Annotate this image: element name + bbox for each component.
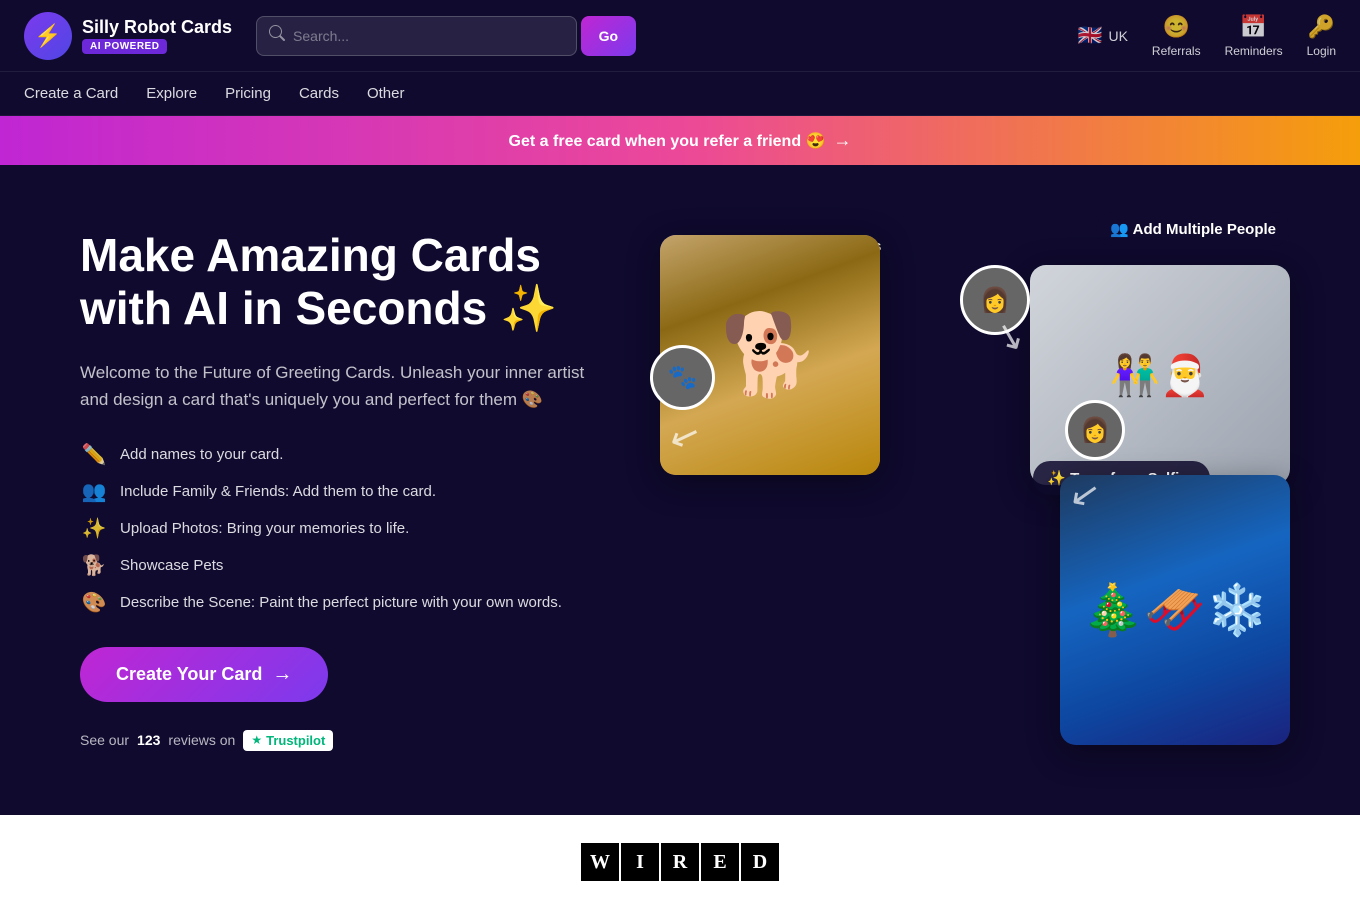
search-icon — [269, 25, 285, 46]
nav-item-explore[interactable]: Explore — [146, 81, 197, 106]
wired-r: R — [661, 843, 699, 881]
trust-prefix: See our — [80, 732, 129, 748]
cta-label: Create Your Card — [116, 664, 262, 685]
hero-section: Make Amazing Cards with AI in Seconds ✨ … — [0, 165, 1360, 815]
site-name: Silly Robot Cards — [82, 17, 232, 39]
logo-text-area: Silly Robot Cards AI POWERED — [82, 17, 232, 54]
wired-d: D — [741, 843, 779, 881]
feature-family-text: Include Family & Friends: Add them to th… — [120, 483, 436, 500]
press-section: W I R E D — [0, 815, 1360, 909]
search-area: Go — [256, 16, 636, 56]
flag-icon: 🇬🇧 — [1078, 23, 1103, 48]
card-multiple: 👫🎅 — [1030, 265, 1290, 485]
feature-pets: 🐕 Showcase Pets — [80, 553, 600, 578]
feature-names-text: Add names to your card. — [120, 446, 283, 463]
login-label: Login — [1307, 44, 1336, 58]
logo-icon: ⚡ — [24, 12, 72, 60]
header-right: 🇬🇧 UK 😊 Referrals 📅 Reminders 🔑 Login — [1078, 14, 1336, 58]
feature-scene-icon: 🎨 — [80, 590, 108, 615]
features-list: ✏️ Add names to your card. 👥 Include Fam… — [80, 442, 600, 615]
main-nav: Create a Card Explore Pricing Cards Othe… — [0, 72, 1360, 116]
feature-scene-text: Describe the Scene: Paint the perfect pi… — [120, 594, 562, 611]
locale-code: UK — [1108, 28, 1127, 44]
banner-arrow-icon: → — [833, 130, 851, 151]
avatar-selfie: 👩 — [1065, 400, 1125, 460]
wired-i: I — [621, 843, 659, 881]
wired-logo: W I R E D — [581, 843, 779, 881]
referrals-button[interactable]: 😊 Referrals — [1152, 14, 1201, 58]
label-multiple: 👥 Add Multiple People — [1096, 212, 1290, 246]
login-icon: 🔑 — [1308, 14, 1335, 40]
logo-link[interactable]: ⚡ Silly Robot Cards AI POWERED — [24, 12, 232, 60]
header: ⚡ Silly Robot Cards AI POWERED Go 🇬🇧 UK … — [0, 0, 1360, 72]
referrals-icon: 😊 — [1163, 14, 1190, 40]
trustpilot-area: See our 123 reviews on ★ Trustpilot — [80, 730, 600, 751]
nav-item-create[interactable]: Create a Card — [24, 81, 118, 106]
multiple-image: 👫🎅 — [1030, 265, 1290, 485]
cta-arrow-icon: → — [272, 663, 292, 686]
feature-pets-icon: 🐕 — [80, 553, 108, 578]
create-card-button[interactable]: Create Your Card → — [80, 647, 328, 702]
login-button[interactable]: 🔑 Login — [1307, 14, 1336, 58]
hero-title: Make Amazing Cards with AI in Seconds ✨ — [80, 229, 600, 335]
reminders-label: Reminders — [1225, 44, 1283, 58]
hero-left: Make Amazing Cards with AI in Seconds ✨ … — [80, 229, 600, 750]
search-box — [256, 16, 577, 56]
feature-photos: ✨ Upload Photos: Bring your memories to … — [80, 516, 600, 541]
feature-pets-text: Showcase Pets — [120, 557, 223, 574]
promo-banner[interactable]: Get a free card when you refer a friend … — [0, 116, 1360, 165]
feature-scene: 🎨 Describe the Scene: Paint the perfect … — [80, 590, 600, 615]
feature-family-icon: 👥 — [80, 479, 108, 504]
trust-count: 123 — [137, 732, 160, 748]
nav-item-cards[interactable]: Cards — [299, 81, 339, 106]
referrals-label: Referrals — [1152, 44, 1201, 58]
locale-selector[interactable]: 🇬🇧 UK — [1078, 23, 1128, 48]
hero-right: 🐾 Add Pets 🐕 🐾 ↙ 👥 Add Multiple People 👫… — [640, 215, 1300, 765]
search-input[interactable] — [293, 28, 564, 44]
tp-brand: Trustpilot — [266, 733, 325, 748]
search-go-button[interactable]: Go — [581, 16, 636, 56]
trustpilot-logo[interactable]: ★ Trustpilot — [243, 730, 333, 751]
wired-e: E — [701, 843, 739, 881]
avatar-pets: 🐾 — [650, 345, 715, 410]
feature-family: 👥 Include Family & Friends: Add them to … — [80, 479, 600, 504]
tp-star-icon: ★ — [251, 733, 262, 747]
ai-badge: AI POWERED — [82, 39, 167, 54]
wired-w: W — [581, 843, 619, 881]
feature-photos-text: Upload Photos: Bring your memories to li… — [120, 520, 409, 537]
banner-text: Get a free card when you refer a friend … — [509, 131, 826, 151]
feature-names-icon: ✏️ — [80, 442, 108, 467]
nav-item-pricing[interactable]: Pricing — [225, 81, 271, 106]
nav-item-other[interactable]: Other — [367, 81, 405, 106]
collage-container: 🐾 Add Pets 🐕 🐾 ↙ 👥 Add Multiple People 👫… — [640, 215, 1300, 765]
reminders-button[interactable]: 📅 Reminders — [1225, 14, 1283, 58]
feature-photos-icon: ✨ — [80, 516, 108, 541]
hero-subtitle: Welcome to the Future of Greeting Cards.… — [80, 359, 600, 413]
feature-names: ✏️ Add names to your card. — [80, 442, 600, 467]
trust-middle: reviews on — [168, 732, 235, 748]
reminders-icon: 📅 — [1240, 14, 1267, 40]
